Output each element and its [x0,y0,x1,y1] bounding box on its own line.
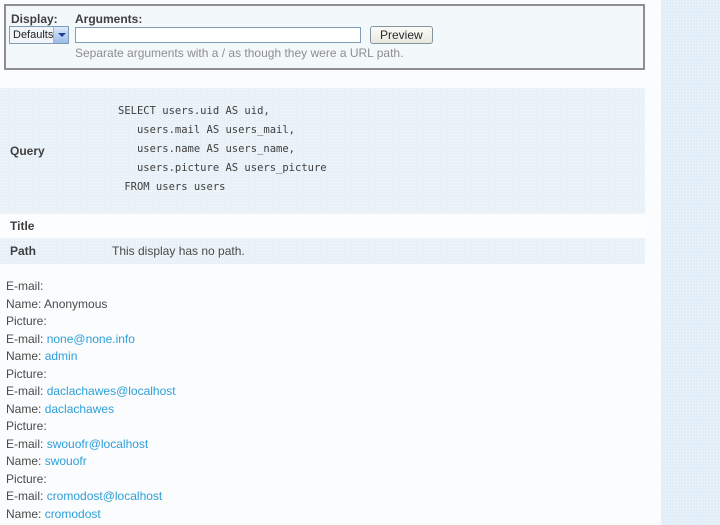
preview-info-table: Query SELECT users.uid AS uid, users.mai… [0,88,645,264]
user-name-link[interactable]: admin [45,349,78,363]
user-name-link[interactable]: cromodost [45,507,101,521]
user-email-link[interactable]: cromodost@localhost [47,489,163,503]
result-line: E-mail: daclachawes@localhost [6,383,646,401]
display-select[interactable]: Defaults [9,26,69,44]
result-line: Name: cromodost [6,506,646,524]
result-line: Picture: [6,313,646,331]
display-select-value: Defaults [13,29,54,41]
arguments-help-text: Separate arguments with a / as though th… [75,46,404,60]
field-label: E-mail: [6,279,44,293]
result-line: E-mail: cromodost@localhost [6,488,646,506]
result-line: E-mail: swouofr@localhost [6,436,646,454]
result-line: Name: admin [6,348,646,366]
field-label: Picture: [6,471,47,486]
field-label: Picture: [6,314,47,328]
result-line: Name: Anonymous [6,296,646,314]
field-label: E-mail: [6,331,44,346]
path-value: This display has no path. [112,244,245,258]
field-label: Picture: [6,419,47,433]
query-sql: SELECT users.uid AS uid, users.mail AS u… [118,105,327,193]
result-line: Picture: [6,471,646,489]
path-row: Path This display has no path. [0,238,645,264]
content-area: Display: Defaults Arguments: Preview Sep… [0,0,661,525]
result-line: E-mail: none@none.info [6,331,646,349]
select-dropdown-arrow-icon[interactable] [53,27,68,43]
result-line: Picture: [6,418,646,436]
result-line: E-mail: [6,278,646,296]
preview-results-list: E-mail: Name: Anonymous Picture: E-mail: no… [6,278,646,525]
query-row: Query SELECT users.uid AS uid, users.mai… [0,88,645,213]
user-name-link[interactable]: daclachawes [45,402,114,416]
result-line: Name: daclachawes [6,401,646,419]
user-name-link[interactable]: swouofr [45,454,87,468]
title-label: Title [10,219,35,233]
user-email-link[interactable]: daclachawes@localhost [47,384,176,398]
title-value [112,219,645,238]
display-label: Display: [11,12,58,26]
path-label: Path [10,244,37,258]
field-label: E-mail: [6,436,44,451]
field-label: E-mail: [6,489,44,503]
result-line: Name: swouofr [6,453,646,471]
preview-button[interactable]: Preview [370,26,433,44]
arguments-input[interactable] [75,27,361,43]
field-label: Picture: [6,366,47,381]
field-label: Name: [6,454,42,468]
result-line: Picture: [6,366,646,384]
user-email-link[interactable]: swouofr@localhost [47,437,149,451]
field-label: Name: [6,401,42,416]
field-label: Name: [6,349,42,363]
query-label: Query [10,143,45,158]
field-label: Name: [6,506,42,521]
field-label: Name: [6,296,42,311]
title-row: Title [0,213,645,238]
user-name-link: Anonymous [44,296,108,311]
user-email-link[interactable]: none@none.info [47,332,135,346]
field-label: E-mail: [6,384,44,398]
arguments-label: Arguments: [75,12,143,26]
preview-controls-fieldset: Display: Defaults Arguments: Preview Sep… [4,4,645,70]
page-background-strip [661,0,720,525]
